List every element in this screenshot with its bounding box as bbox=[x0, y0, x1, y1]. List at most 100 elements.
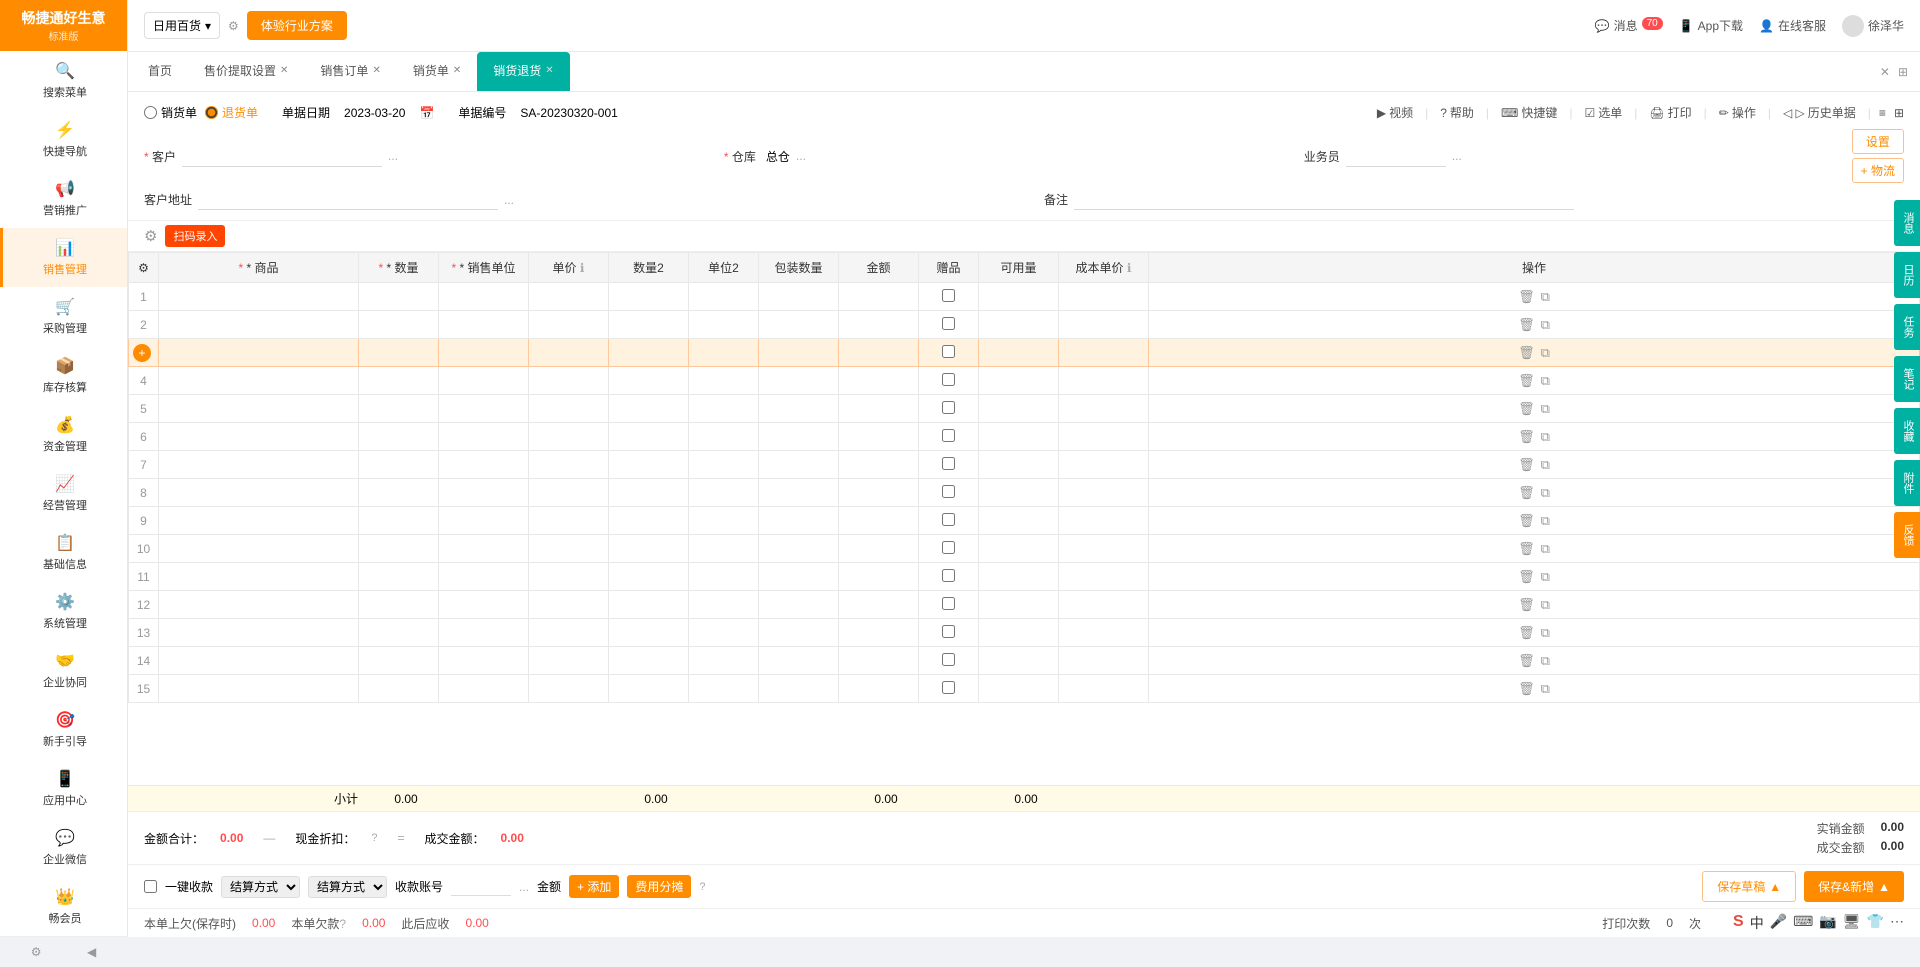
screen-icon[interactable]: 🖥 bbox=[1843, 913, 1861, 933]
radio-return-input[interactable] bbox=[205, 106, 218, 119]
save-draft-btn[interactable]: 保存草稿 ▲ bbox=[1702, 871, 1796, 902]
sidebar-item-inventory[interactable]: 📦 库存核算 bbox=[0, 346, 127, 405]
history-btn[interactable]: ◁ ▷ 历史单据 bbox=[1779, 102, 1860, 123]
tab-sales-order[interactable]: 销售订单 ✕ bbox=[304, 52, 396, 91]
tab-sales-return[interactable]: 销货退货 ✕ bbox=[477, 52, 569, 91]
app-download-btn[interactable]: 📱 App下载 bbox=[1679, 17, 1743, 34]
gift-checkbox[interactable] bbox=[942, 625, 955, 638]
gift-checkbox[interactable] bbox=[942, 513, 955, 526]
shortcut-key-btn[interactable]: ⌨ 快捷键 bbox=[1497, 102, 1561, 123]
user-icon[interactable]: 👕 bbox=[1867, 913, 1884, 933]
sidebar-item-finance[interactable]: 💰 资金管理 bbox=[0, 405, 127, 464]
delete-icon[interactable]: 🗑 bbox=[1518, 429, 1535, 445]
tab-sales-delivery[interactable]: 销货单 ✕ bbox=[397, 52, 477, 91]
copy-icon[interactable]: ⧉ bbox=[1541, 373, 1550, 389]
cost-info-icon[interactable]: ℹ bbox=[1127, 261, 1132, 275]
copy-icon[interactable]: ⧉ bbox=[1541, 345, 1550, 361]
save-new-btn[interactable]: 保存&新增 ▲ bbox=[1804, 871, 1904, 902]
industry-select[interactable]: 日用百货 ▾ bbox=[144, 12, 220, 39]
view-list-icon[interactable]: ≡ bbox=[1879, 106, 1886, 120]
sidebar-item-shortcut[interactable]: ⚡ 快捷导航 bbox=[0, 110, 127, 169]
keyboard-icon[interactable]: ⌨ bbox=[1793, 913, 1813, 933]
float-btn-5[interactable]: 收藏 bbox=[1894, 408, 1920, 454]
copy-icon[interactable]: ⧉ bbox=[1541, 653, 1550, 669]
tab-sales-delivery-close[interactable]: ✕ bbox=[453, 65, 461, 76]
sidebar-item-system[interactable]: ⚙️ 系统管理 bbox=[0, 582, 127, 641]
sidebar-item-operations[interactable]: 📈 经营管理 bbox=[0, 464, 127, 523]
gift-checkbox[interactable] bbox=[942, 485, 955, 498]
gift-checkbox[interactable] bbox=[942, 597, 955, 610]
calc-method-select[interactable]: 结算方式 bbox=[221, 876, 300, 898]
settings-gear-icon[interactable]: ⚙ bbox=[228, 19, 239, 33]
radio-sales[interactable]: 销货单 bbox=[144, 104, 197, 121]
select-order-btn[interactable]: ☑ 选单 bbox=[1581, 102, 1627, 123]
sidebar-item-apps[interactable]: 📱 应用中心 bbox=[0, 759, 127, 818]
account-input[interactable] bbox=[451, 877, 511, 896]
copy-icon[interactable]: ⧉ bbox=[1541, 289, 1550, 305]
delete-icon[interactable]: 🗑 bbox=[1518, 569, 1535, 585]
sidebar-item-vip[interactable]: 👑 畅会员 bbox=[0, 877, 127, 936]
delete-icon[interactable]: 🗑 bbox=[1518, 541, 1535, 557]
float-btn-3[interactable]: 任务 bbox=[1894, 304, 1920, 350]
sidebar-item-basic[interactable]: 📋 基础信息 bbox=[0, 523, 127, 582]
view-grid-icon[interactable]: ⊞ bbox=[1894, 106, 1904, 120]
copy-icon[interactable]: ⧉ bbox=[1541, 597, 1550, 613]
staff-dots-btn[interactable]: ... bbox=[1452, 149, 1462, 163]
delete-icon[interactable]: 🗑 bbox=[1518, 597, 1535, 613]
delete-icon[interactable]: 🗑 bbox=[1518, 485, 1535, 501]
gift-checkbox[interactable] bbox=[942, 653, 955, 666]
address-input[interactable] bbox=[198, 189, 498, 210]
scan-btn[interactable]: 扫码录入 bbox=[165, 225, 225, 247]
float-btn-1[interactable]: 消息 bbox=[1894, 200, 1920, 246]
sidebar-item-sales[interactable]: 📊 销售管理 bbox=[0, 228, 127, 287]
one-click-checkbox[interactable] bbox=[144, 880, 157, 893]
tab-menu-icon[interactable]: ⊞ bbox=[1898, 65, 1908, 79]
help-btn[interactable]: ? 帮助 bbox=[1436, 102, 1478, 123]
address-dots-btn[interactable]: ... bbox=[504, 193, 514, 207]
operate-btn[interactable]: ✏ 操作 bbox=[1715, 102, 1760, 123]
radio-sales-input[interactable] bbox=[144, 106, 157, 119]
delete-icon[interactable]: 🗑 bbox=[1518, 345, 1535, 361]
discount-help-icon[interactable]: ? bbox=[371, 832, 377, 844]
tab-price[interactable]: 售价提取设置 ✕ bbox=[188, 52, 304, 91]
copy-icon[interactable]: ⧉ bbox=[1541, 457, 1550, 473]
copy-icon[interactable]: ⧉ bbox=[1541, 541, 1550, 557]
sidebar-collapse-icon[interactable]: ◀ bbox=[87, 945, 96, 959]
copy-icon[interactable]: ⧉ bbox=[1541, 317, 1550, 333]
tab-home[interactable]: 首页 bbox=[132, 52, 188, 91]
staff-input[interactable] bbox=[1346, 146, 1446, 167]
tab-price-close[interactable]: ✕ bbox=[280, 65, 288, 76]
online-service-btn[interactable]: 👤 在线客服 bbox=[1759, 17, 1826, 34]
video-btn[interactable]: ▶ 视频 bbox=[1373, 102, 1417, 123]
more-icon[interactable]: ⋯ bbox=[1890, 913, 1904, 933]
float-btn-2[interactable]: 日历 bbox=[1894, 252, 1920, 298]
copy-icon[interactable]: ⧉ bbox=[1541, 569, 1550, 585]
sidebar-item-purchase[interactable]: 🛒 采购管理 bbox=[0, 287, 127, 346]
sidebar-item-newguide[interactable]: 🎯 新手引导 bbox=[0, 700, 127, 759]
gift-checkbox[interactable] bbox=[942, 569, 955, 582]
account-dots-btn[interactable]: ... bbox=[519, 880, 529, 894]
copy-icon[interactable]: ⧉ bbox=[1541, 681, 1550, 697]
delete-icon[interactable]: 🗑 bbox=[1518, 317, 1535, 333]
product-input[interactable] bbox=[163, 346, 354, 360]
sidebar-item-marketing[interactable]: 📢 营销推广 bbox=[0, 169, 127, 228]
delete-icon[interactable]: 🗑 bbox=[1518, 373, 1535, 389]
calc-method2-select[interactable]: 结算方式 bbox=[308, 876, 387, 898]
delete-icon[interactable]: 🗑 bbox=[1518, 513, 1535, 529]
settings-btn[interactable]: 设置 bbox=[1852, 129, 1904, 154]
gift-checkbox[interactable] bbox=[942, 345, 955, 358]
delete-icon[interactable]: 🗑 bbox=[1518, 289, 1535, 305]
sidebar-item-partner[interactable]: 🤝 企业协同 bbox=[0, 641, 127, 700]
delete-icon[interactable]: 🗑 bbox=[1518, 653, 1535, 669]
radio-return[interactable]: 退货单 bbox=[205, 104, 258, 121]
tab-sales-return-close[interactable]: ✕ bbox=[545, 65, 553, 76]
gift-checkbox[interactable] bbox=[942, 457, 955, 470]
camera-icon[interactable]: 📷 bbox=[1819, 913, 1836, 933]
gift-checkbox[interactable] bbox=[942, 681, 955, 694]
print-btn[interactable]: 🖨 打印 bbox=[1645, 102, 1695, 123]
single-overdue-circle[interactable]: ? bbox=[339, 917, 346, 931]
add-btn[interactable]: + 添加 bbox=[569, 875, 619, 898]
delete-icon[interactable]: 🗑 bbox=[1518, 625, 1535, 641]
message-btn[interactable]: 💬 消息 70 bbox=[1595, 17, 1663, 34]
sidebar-item-search[interactable]: 🔍 搜索菜单 bbox=[0, 51, 127, 110]
